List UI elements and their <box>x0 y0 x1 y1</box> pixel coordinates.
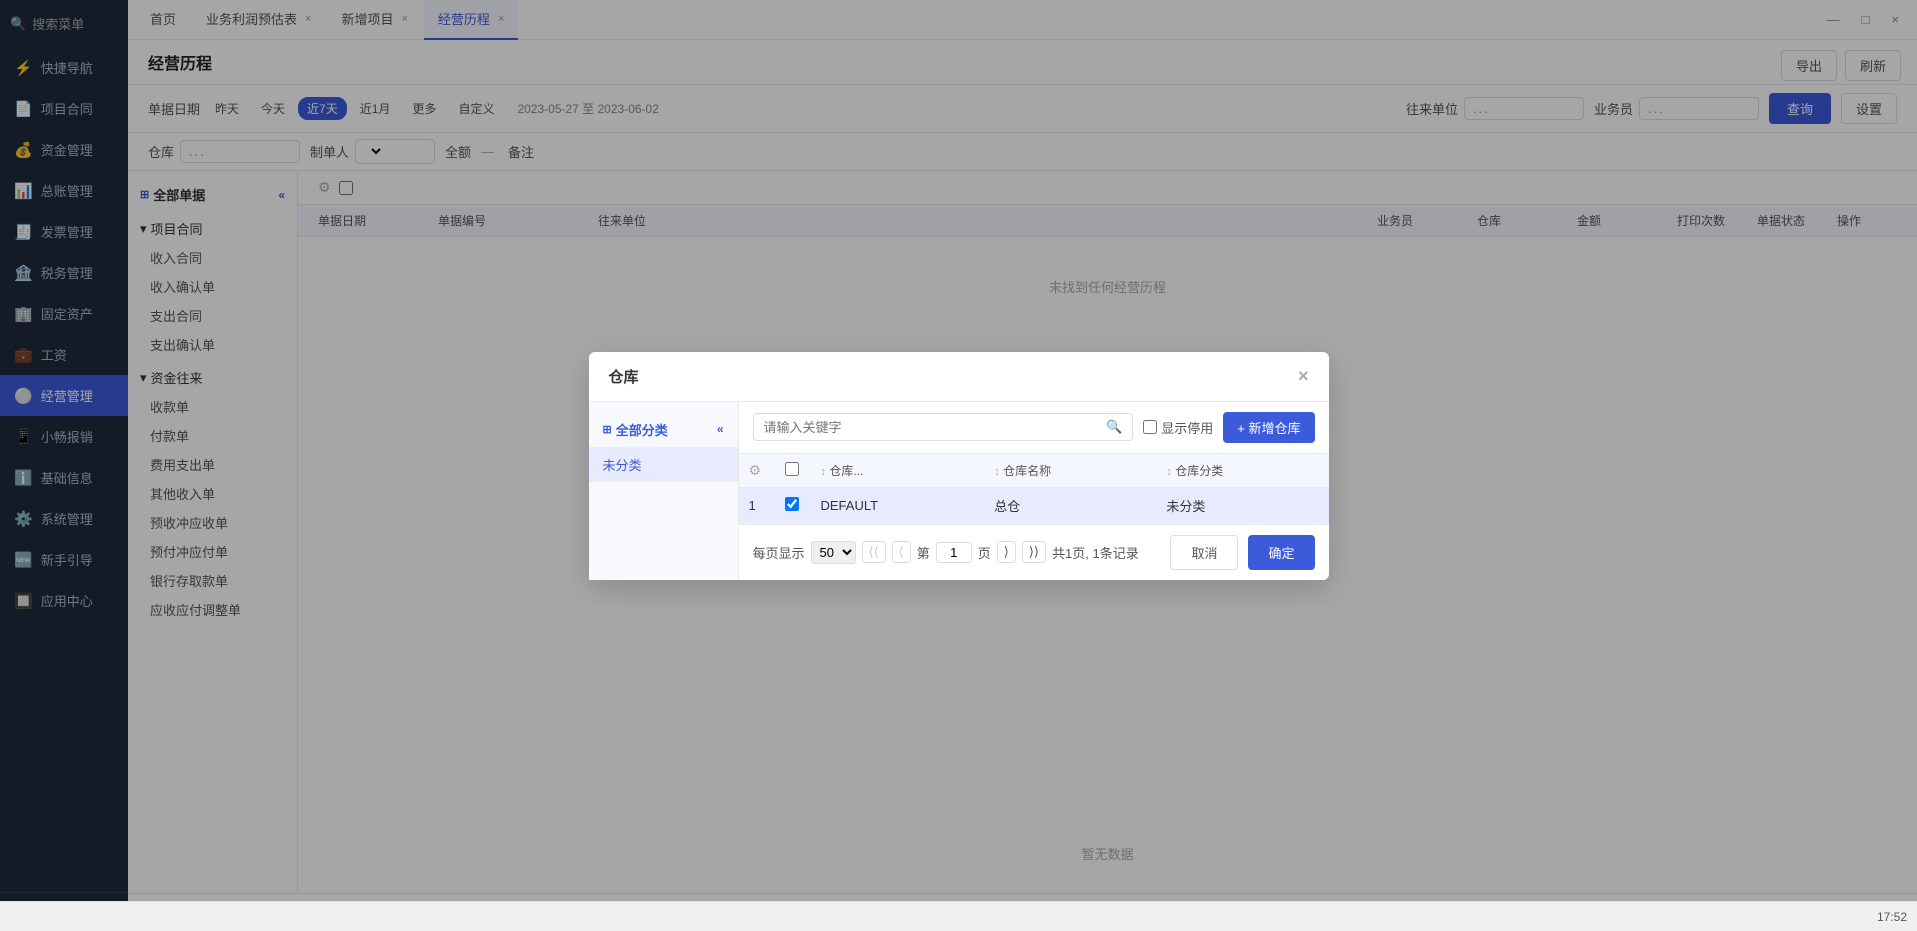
modal-next-btn[interactable]: ⟩ <box>997 541 1016 563</box>
uncategorized-label: 未分类 <box>603 455 642 474</box>
col-checkbox-header <box>775 454 811 488</box>
sort-up-icon: ↕ <box>821 466 827 478</box>
row-index: 1 <box>739 487 775 523</box>
modal-prev-btn[interactable]: ⟨ <box>892 541 911 563</box>
modal-per-page-select[interactable]: 50 <box>811 541 856 564</box>
modal-collapse-btn[interactable]: « <box>717 422 724 436</box>
warehouse-table: ⚙ ↕ 仓库... ↕ <box>739 454 1329 524</box>
row-code: DEFAULT <box>811 487 985 523</box>
row-checkbox-cell <box>775 487 811 523</box>
grid-icon2: ⊞ <box>603 423 612 436</box>
modal-search-icon[interactable]: 🔍 <box>1106 419 1122 435</box>
sort-up-icon2: ↕ <box>994 466 1000 478</box>
modal-body: ⊞ 全部分类 « 未分类 🔍 <box>589 402 1329 580</box>
sort-up-icon3: ↕ <box>1166 466 1172 478</box>
modal-overlay: 仓库 × ⊞ 全部分类 « 未分类 <box>0 0 1917 931</box>
modal-title: 仓库 <box>609 366 639 387</box>
modal-page-label: 第 <box>917 543 930 562</box>
modal-confirm-btn[interactable]: 确定 <box>1248 535 1314 570</box>
modal-footer: 每页显示 50 ⟨⟨ ⟨ 第 页 ⟩ ⟩⟩ 共1页, 1条记录 <box>739 524 1329 580</box>
modal-left-item-uncategorized[interactable]: 未分类 <box>589 447 738 482</box>
modal-close-btn[interactable]: × <box>1298 366 1309 387</box>
modal-search-input[interactable] <box>764 420 1101 435</box>
select-all-modal-checkbox[interactable] <box>785 462 799 476</box>
modal-page-suffix: 页 <box>978 543 991 562</box>
warehouse-modal: 仓库 × ⊞ 全部分类 « 未分类 <box>589 352 1329 580</box>
show-disabled-checkbox[interactable] <box>1143 420 1157 434</box>
modal-header: 仓库 × <box>589 352 1329 402</box>
show-disabled-text: 显示停用 <box>1161 418 1213 437</box>
col-settings: ⚙ <box>739 454 775 488</box>
modal-table: ⚙ ↕ 仓库... ↕ <box>739 454 1329 524</box>
all-category-label: 全部分类 <box>616 420 668 439</box>
taskbar-time: 17:52 <box>1877 910 1907 924</box>
col-warehouse-code[interactable]: ↕ 仓库... <box>811 454 985 488</box>
col-warehouse-category[interactable]: ↕ 仓库分类 <box>1156 454 1328 488</box>
row-category: 未分类 <box>1156 487 1328 523</box>
modal-action-buttons: 取消 确定 <box>1170 535 1314 570</box>
modal-search-box: 🔍 <box>753 413 1134 441</box>
taskbar: 17:52 <box>0 901 1917 931</box>
modal-left-header: ⊞ 全部分类 « <box>589 412 738 447</box>
modal-first-btn[interactable]: ⟨⟨ <box>862 541 886 563</box>
modal-right: 🔍 显示停用 + 新增仓库 ⚙ <box>739 402 1329 580</box>
modal-total-text: 共1页, 1条记录 <box>1052 543 1139 562</box>
modal-per-page-label: 每页显示 <box>753 543 805 562</box>
modal-toolbar: 🔍 显示停用 + 新增仓库 <box>739 402 1329 454</box>
add-warehouse-btn[interactable]: + 新增仓库 <box>1223 412 1314 443</box>
modal-last-btn[interactable]: ⟩⟩ <box>1022 541 1046 563</box>
col-warehouse-name[interactable]: ↕ 仓库名称 <box>984 454 1156 488</box>
col-settings-icon[interactable]: ⚙ <box>749 462 762 478</box>
row-name: 总仓 <box>984 487 1156 523</box>
table-row[interactable]: 1 DEFAULT 总仓 未分类 <box>739 487 1329 523</box>
row-checkbox[interactable] <box>785 497 799 511</box>
modal-page-input[interactable] <box>936 542 972 563</box>
show-disabled-label: 显示停用 <box>1143 418 1213 437</box>
modal-cancel-btn[interactable]: 取消 <box>1170 535 1238 570</box>
modal-pagination: 每页显示 50 ⟨⟨ ⟨ 第 页 ⟩ ⟩⟩ 共1页, 1条记录 <box>753 541 1139 564</box>
modal-left-panel: ⊞ 全部分类 « 未分类 <box>589 402 739 580</box>
